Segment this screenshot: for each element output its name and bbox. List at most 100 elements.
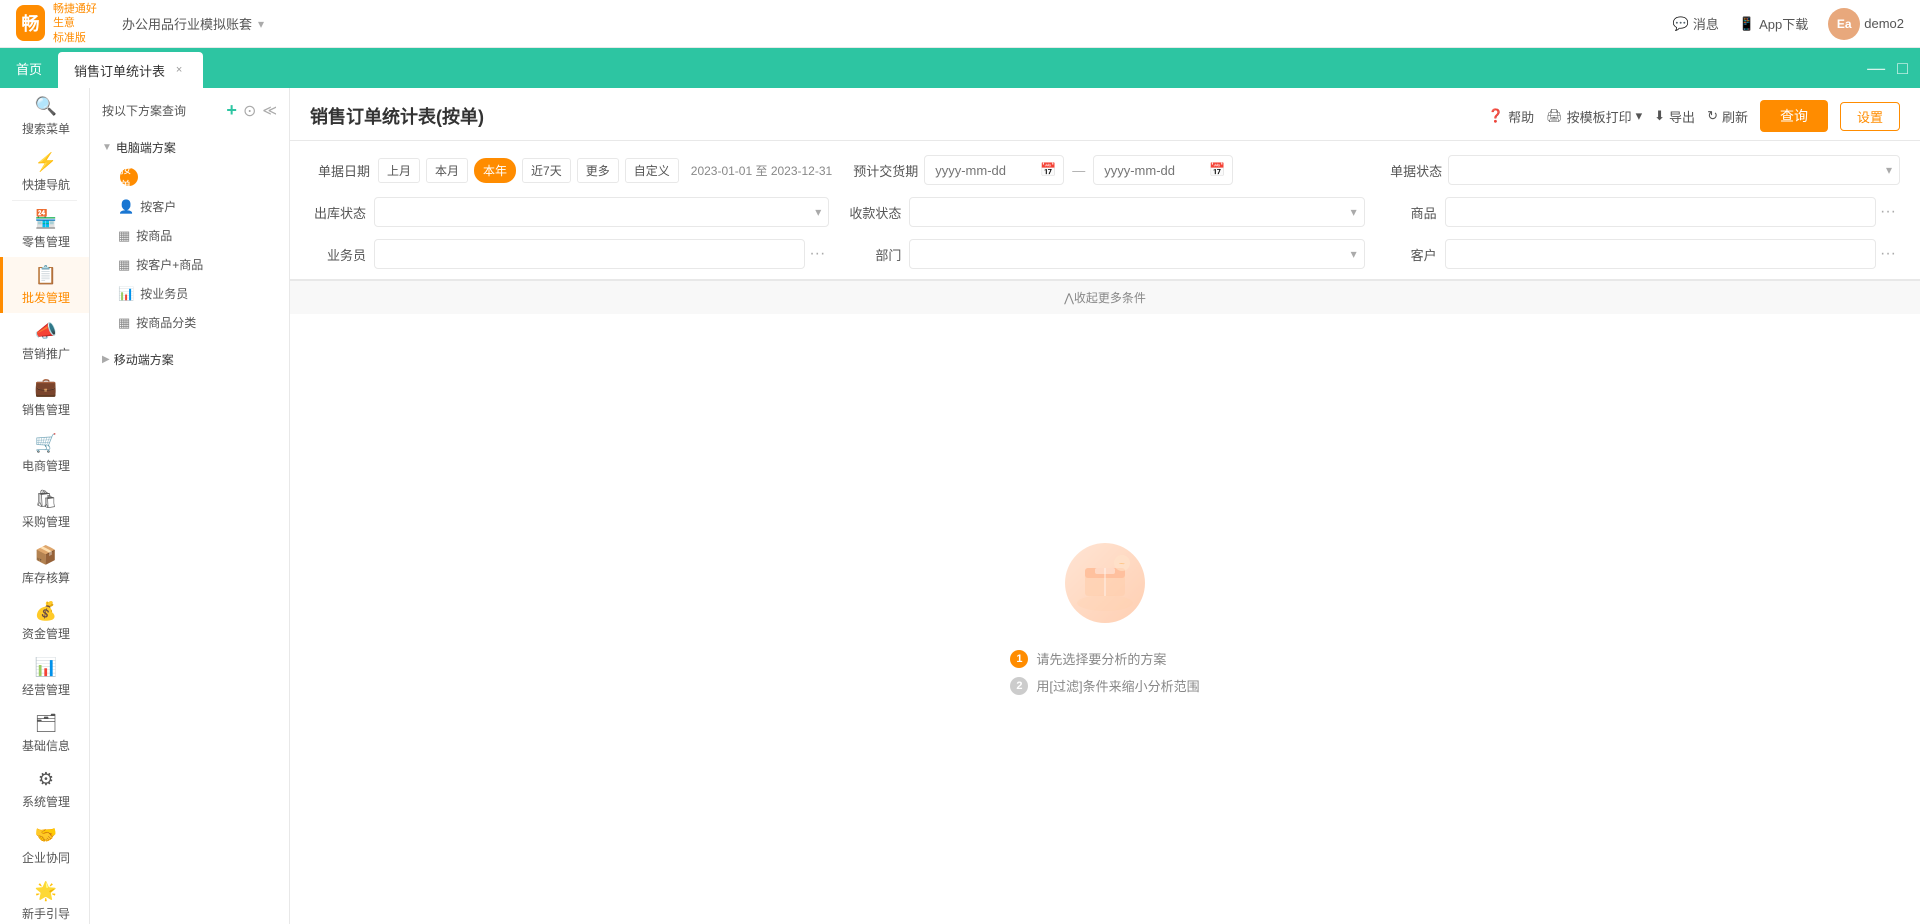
expected-date-start-input[interactable]	[924, 155, 1064, 185]
inventory-icon: 📦	[35, 545, 57, 566]
app-download-label: App下载	[1759, 14, 1808, 33]
salesperson-input[interactable]	[374, 239, 805, 269]
scheme-item-by-product[interactable]: ▦ 按商品	[102, 221, 277, 250]
tab-close-button[interactable]: ×	[171, 62, 187, 78]
minimize-button[interactable]: —	[1867, 58, 1885, 79]
sidebar-item-purchase[interactable]: 🛍 采购管理	[0, 481, 89, 537]
date-label: 单据日期	[310, 161, 370, 180]
customer-input[interactable]	[1445, 239, 1876, 269]
date-btn-more[interactable]: 更多	[577, 158, 619, 183]
scheme-collapse-icon[interactable]: ≪	[262, 102, 277, 119]
step1-text: 请先选择要分析的方案	[1036, 649, 1166, 668]
expected-date-end-input[interactable]	[1093, 155, 1233, 185]
date-btn-custom[interactable]: 自定义	[625, 158, 679, 183]
bill-status-select[interactable]	[1448, 155, 1900, 185]
sidebar-item-system[interactable]: ⚙ 系统管理	[0, 761, 89, 817]
topbar: 畅 畅捷通好生意 标准版 办公用品行业模拟账套 ▾ 💬 消息 📱 App下载 E…	[0, 0, 1920, 48]
page-header-actions: ❓ 帮助 🖨 按模板打印 ▾ ⬇ 导出 ↻ 刷新	[1488, 100, 1900, 132]
sidebar-item-sales-label: 销售管理	[22, 401, 70, 418]
salesperson-dots-button[interactable]: ···	[805, 245, 829, 263]
department-select[interactable]	[909, 239, 1364, 269]
payment-status-select[interactable]	[909, 197, 1364, 227]
sidebar-item-inventory[interactable]: 📦 库存核算	[0, 537, 89, 593]
template-print-action[interactable]: 🖨 按模板打印 ▾	[1546, 107, 1642, 126]
sidebar-item-enterprise-label: 企业协同	[22, 849, 70, 866]
collapse-label: 收起更多条件	[1074, 289, 1146, 306]
product-input-group: ···	[1445, 197, 1900, 227]
main-layout: 🔍 搜索菜单 ⚡ 快捷导航 🏪 零售管理 📋 批发管理 📣 营销推广 💼 销售管…	[0, 88, 1920, 924]
app-download-action[interactable]: 📱 App下载	[1739, 14, 1808, 33]
collapse-bar[interactable]: ⋀ 收起更多条件	[290, 280, 1920, 314]
sidebar-item-wholesale[interactable]: 📋 批发管理	[0, 257, 89, 313]
sidebar-item-newbie[interactable]: 🌟 新手引导	[0, 873, 89, 924]
product-input[interactable]	[1445, 197, 1876, 227]
pc-category-label: 电脑端方案	[116, 139, 176, 156]
by-customer-product-label: 按客户+商品	[136, 256, 203, 273]
topbar-actions: 💬 消息 📱 App下载 Ea demo2	[1673, 8, 1904, 40]
date-range-text: 2023-01-01 至 2023-12-31	[691, 162, 832, 179]
step2-text: 用[过滤]条件来缩小分析范围	[1036, 676, 1199, 695]
scheme-item-by-customer[interactable]: 👤 按客户	[102, 192, 277, 221]
bill-status-label: 单据状态	[1382, 161, 1442, 180]
user-profile[interactable]: Ea demo2	[1828, 8, 1904, 40]
department-select-wrapper	[909, 239, 1364, 269]
message-action[interactable]: 💬 消息	[1673, 14, 1719, 33]
collapse-icon: ⋀	[1064, 291, 1074, 305]
delivery-status-select[interactable]	[374, 197, 829, 227]
tab-sales-order[interactable]: 销售订单统计表 ×	[58, 52, 203, 88]
query-button[interactable]: 查询	[1760, 100, 1828, 132]
date-btn-this-month[interactable]: 本月	[426, 158, 468, 183]
step1-num: 1	[1010, 650, 1028, 668]
department-label: 部门	[845, 245, 901, 264]
sidebar-item-sales[interactable]: 💼 销售管理	[0, 369, 89, 425]
tab-home[interactable]: 首页	[0, 48, 58, 88]
left-panel-header-actions: + ⊙ ≪	[226, 100, 277, 121]
date-btn-last-month[interactable]: 上月	[378, 158, 420, 183]
empty-step-1: 1 请先选择要分析的方案	[1010, 649, 1199, 668]
refresh-action[interactable]: ↻ 刷新	[1707, 107, 1748, 126]
sidebar-item-operations[interactable]: 📊 经营管理	[0, 649, 89, 705]
app-title: 办公用品行业模拟账套 ▾	[106, 14, 1673, 33]
sidebar-item-search-menu[interactable]: 🔍 搜索菜单	[0, 88, 89, 144]
by-salesperson-label: 按业务员	[140, 285, 188, 302]
mobile-category-title[interactable]: ▶ 移动端方案	[102, 345, 277, 374]
scheme-item-by-salesperson[interactable]: 📊 按业务员	[102, 279, 277, 308]
sidebar-item-quick-nav[interactable]: ⚡ 快捷导航	[0, 144, 89, 200]
maximize-button[interactable]: □	[1897, 58, 1908, 79]
app-title-chevron[interactable]: ▾	[258, 17, 264, 31]
sidebar-item-finance[interactable]: 💰 资金管理	[0, 593, 89, 649]
pc-category-title[interactable]: ▼ 电脑端方案	[102, 133, 277, 162]
scheme-item-by-customer-product[interactable]: ▦ 按客户+商品	[102, 250, 277, 279]
empty-icon-graphic: ~	[1065, 543, 1145, 623]
expected-date-end-wrap: 📅	[1093, 155, 1233, 185]
date-btn-last-7[interactable]: 近7天	[522, 158, 571, 183]
delivery-status-select-wrapper	[374, 197, 829, 227]
sidebar-item-retail[interactable]: 🏪 零售管理	[0, 201, 89, 257]
left-panel-title: 按以下方案查询	[102, 102, 186, 119]
product-dots-button[interactable]: ···	[1876, 203, 1900, 221]
customer-dots-button[interactable]: ···	[1876, 245, 1900, 263]
scheme-settings-icon[interactable]: ⊙	[243, 101, 256, 121]
export-action[interactable]: ⬇ 导出	[1654, 107, 1695, 126]
sidebar: 🔍 搜索菜单 ⚡ 快捷导航 🏪 零售管理 📋 批发管理 📣 营销推广 💼 销售管…	[0, 88, 90, 924]
sidebar-item-marketing[interactable]: 📣 营销推广	[0, 313, 89, 369]
customer-input-group: ···	[1445, 239, 1900, 269]
quick-nav-icon: ⚡	[35, 152, 57, 173]
active-scheme-badge: 按单	[120, 168, 138, 186]
sidebar-item-basic[interactable]: 🗂 基础信息	[0, 705, 89, 761]
scheme-item-by-category[interactable]: ▦ 按商品分类	[102, 308, 277, 337]
logo: 畅 畅捷通好生意 标准版	[16, 2, 106, 45]
date-btn-this-year[interactable]: 本年	[474, 158, 516, 183]
retail-icon: 🏪	[35, 209, 57, 230]
user-name: demo2	[1864, 16, 1904, 31]
mobile-category: ▶ 移动端方案	[90, 341, 289, 378]
salesperson-label: 业务员	[310, 245, 366, 264]
sidebar-item-enterprise[interactable]: 🤝 企业协同	[0, 817, 89, 873]
filter-row-2: 出库状态 收款状态	[310, 197, 1900, 227]
help-action[interactable]: ❓ 帮助	[1488, 107, 1534, 126]
add-scheme-button[interactable]: +	[226, 100, 237, 121]
scheme-item-by-order[interactable]: 按单	[102, 162, 277, 192]
settings-button[interactable]: 设置	[1840, 102, 1900, 131]
sidebar-item-ecommerce[interactable]: 🛒 电商管理	[0, 425, 89, 481]
sidebar-item-newbie-label: 新手引导	[22, 905, 70, 922]
